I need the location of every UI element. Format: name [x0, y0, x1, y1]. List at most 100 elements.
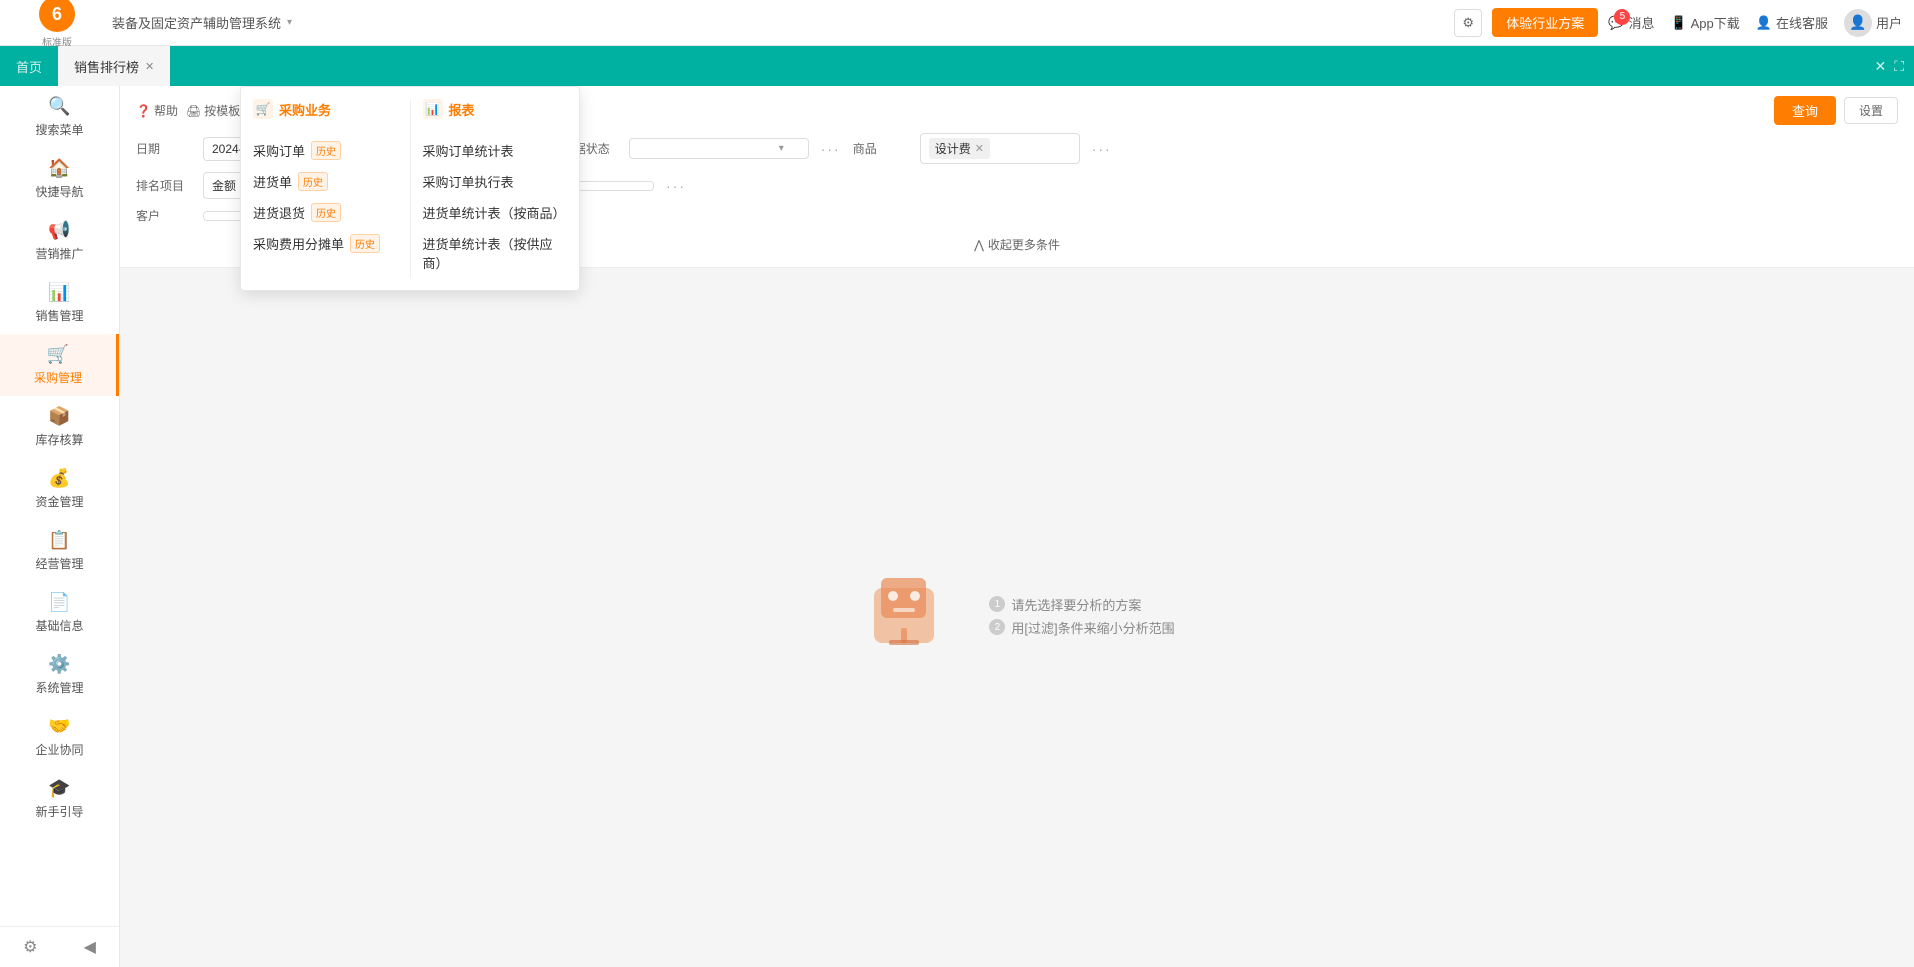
item-label: 采购费用分摊单 [253, 234, 344, 253]
message-label: 消息 [1628, 13, 1654, 32]
service-icon: 👤 [1756, 15, 1772, 31]
dropdown-purchase-col: 🛒 采购业务 采购订单 历史 进货单 历史 进货退货 历史 [241, 99, 410, 278]
logo: 6 标准版 [12, 0, 102, 49]
close-icon[interactable]: ✕ [1874, 58, 1886, 75]
goods-input[interactable]: 设计费 ✕ [920, 133, 1080, 164]
app-download-label: App下载 [1691, 13, 1740, 32]
sidebar-item-inventory-label: 库存核算 [35, 431, 83, 448]
industry-button[interactable]: 体验行业方案 [1492, 8, 1598, 37]
goods-dots[interactable]: ··· [1092, 141, 1112, 157]
purchase-icon: 🛒 [47, 344, 69, 365]
message-button[interactable]: 💬 5 消息 [1608, 13, 1654, 32]
sidebar-item-system-label: 系统管理 [35, 679, 83, 696]
dropdown-item-expense[interactable]: 采购费用分摊单 历史 [253, 228, 398, 259]
online-service-button[interactable]: 👤 在线客服 [1756, 13, 1828, 32]
enterprise-icon: 🤝 [48, 716, 70, 737]
sidebar-item-sales[interactable]: 📊 销售管理 [0, 272, 119, 334]
app-title: 装备及固定资产辅助管理系统 ▾ [112, 13, 1444, 32]
dropdown-item-order-stats[interactable]: 采购订单统计表 [423, 135, 568, 166]
settings-button[interactable]: ⚙ [1454, 9, 1482, 37]
dropdown-item-incoming-stats-goods[interactable]: 进货单统计表（按商品） [423, 197, 568, 228]
salesperson-dots[interactable]: ··· [666, 178, 686, 194]
sidebar-item-enterprise[interactable]: 🤝 企业协同 [0, 706, 119, 768]
help-icon: ❓ [136, 104, 151, 118]
sidebar-settings-button[interactable]: ⚙ [23, 937, 37, 957]
inventory-icon: 📦 [48, 406, 70, 427]
history-badge[interactable]: 历史 [311, 141, 341, 160]
dropdown-item-incoming-stats-supplier[interactable]: 进货单统计表（按供应商） [423, 228, 568, 278]
topbar: 6 标准版 装备及固定资产辅助管理系统 ▾ ⚙ 体验行业方案 💬 5 消息 📱 … [0, 0, 1914, 46]
item-label: 进货退货 [253, 203, 305, 222]
topbar-right: 💬 5 消息 📱 App下载 👤 在线客服 👤 用户 [1608, 9, 1902, 37]
tab-home-label: 首页 [16, 57, 42, 76]
tab-close-button[interactable]: ✕ [145, 60, 154, 73]
item-label: 进货单统计表（按供应商） [423, 234, 568, 272]
help-label: 帮助 [154, 102, 178, 119]
sidebar-item-search-label: 搜索菜单 [35, 121, 83, 138]
user-label: 用户 [1876, 13, 1902, 32]
sidebar-item-enterprise-label: 企业协同 [35, 741, 83, 758]
app-download-button[interactable]: 📱 App下载 [1670, 13, 1739, 32]
empty-step1: 1 请先选择要分析的方案 [989, 595, 1174, 614]
sidebar-item-operations[interactable]: 📋 经营管理 [0, 520, 119, 582]
goods-tag-remove[interactable]: ✕ [975, 142, 984, 155]
avatar: 👤 [1844, 9, 1872, 37]
tab-sales-rank-label: 销售排行榜 [74, 57, 139, 76]
message-badge: 5 [1614, 9, 1630, 25]
sidebar-item-marketing[interactable]: 📢 营销推广 [0, 210, 119, 272]
app-title-text: 装备及固定资产辅助管理系统 [112, 13, 281, 32]
history-badge[interactable]: 历史 [350, 234, 380, 253]
sidebar-item-quick-nav[interactable]: 🏠 快捷导航 [0, 148, 119, 210]
item-label: 进货单 [253, 172, 292, 191]
marketing-icon: 📢 [48, 220, 70, 241]
sidebar-collapse-button[interactable]: ◀ [84, 937, 96, 957]
history-badge[interactable]: 历史 [298, 172, 328, 191]
sidebar-item-guide-label: 新手引导 [35, 803, 83, 820]
empty-step2: 2 用[过滤]条件来缩小分析范围 [989, 618, 1174, 637]
empty-text: 1 请先选择要分析的方案 2 用[过滤]条件来缩小分析范围 [989, 595, 1174, 641]
collapse-button[interactable]: ⋀ 收起更多条件 [974, 232, 1060, 257]
sidebar-item-guide[interactable]: 🎓 新手引导 [0, 768, 119, 830]
status-dots[interactable]: ··· [821, 141, 841, 157]
sidebar-item-marketing-label: 营销推广 [35, 245, 83, 262]
tabbar: 首页 销售排行榜 ✕ ✕ ⛶ [0, 46, 1914, 86]
query-button[interactable]: 查询 [1774, 96, 1836, 125]
sidebar-item-basic-info-label: 基础信息 [35, 617, 83, 634]
finance-icon: 💰 [48, 468, 70, 489]
guide-icon: 🎓 [48, 778, 70, 799]
step1-num: 1 [989, 596, 1005, 612]
basic-info-icon: 📄 [48, 592, 70, 613]
history-badge[interactable]: 历史 [311, 203, 341, 222]
rank-value: 金额 [212, 177, 236, 194]
status-select[interactable]: ▾ [629, 138, 809, 159]
sidebar-item-system[interactable]: ⚙️ 系统管理 [0, 644, 119, 706]
dropdown-item-purchase-order[interactable]: 采购订单 历史 [253, 135, 398, 166]
dropdown-item-incoming[interactable]: 进货单 历史 [253, 166, 398, 197]
expand-icon[interactable]: ⛶ [1894, 58, 1904, 75]
tab-home[interactable]: 首页 [0, 46, 58, 86]
sidebar-item-purchase-label: 采购管理 [34, 369, 82, 386]
main-layout: 🔍 搜索菜单 🏠 快捷导航 📢 营销推广 📊 销售管理 🛒 采购管理 📦 库存核… [0, 86, 1914, 967]
collapse-label: 收起更多条件 [988, 236, 1060, 253]
dropdown-item-order-exec[interactable]: 采购订单执行表 [423, 166, 568, 197]
sidebar: 🔍 搜索菜单 🏠 快捷导航 📢 营销推广 📊 销售管理 🛒 采购管理 📦 库存核… [0, 86, 120, 967]
help-button[interactable]: ❓ 帮助 [136, 102, 178, 119]
dropdown-item-return[interactable]: 进货退货 历史 [253, 197, 398, 228]
online-service-label: 在线客服 [1776, 13, 1828, 32]
setting-button[interactable]: 设置 [1844, 97, 1898, 124]
rank-label: 排名项目 [136, 177, 191, 194]
item-label: 采购订单 [253, 141, 305, 160]
title-dropdown-arrow[interactable]: ▾ [287, 17, 292, 28]
sidebar-item-finance[interactable]: 💰 资金管理 [0, 458, 119, 520]
phone-icon: 📱 [1670, 15, 1686, 31]
tab-sales-rank[interactable]: 销售排行榜 ✕ [58, 46, 170, 86]
sales-icon: 📊 [48, 282, 70, 303]
sidebar-item-sales-label: 销售管理 [35, 307, 83, 324]
sidebar-item-purchase[interactable]: 🛒 采购管理 [0, 334, 119, 396]
sidebar-item-inventory[interactable]: 📦 库存核算 [0, 396, 119, 458]
sidebar-item-search[interactable]: 🔍 搜索菜单 [0, 86, 119, 148]
goods-label: 商品 [853, 140, 908, 157]
sidebar-item-basic-info[interactable]: 📄 基础信息 [0, 582, 119, 644]
user-button[interactable]: 👤 用户 [1844, 9, 1902, 37]
content-area: ❓ 帮助 🖨 按模板打印 ▾ ⬇ 导出 ↺ 刷新 [120, 86, 1914, 967]
